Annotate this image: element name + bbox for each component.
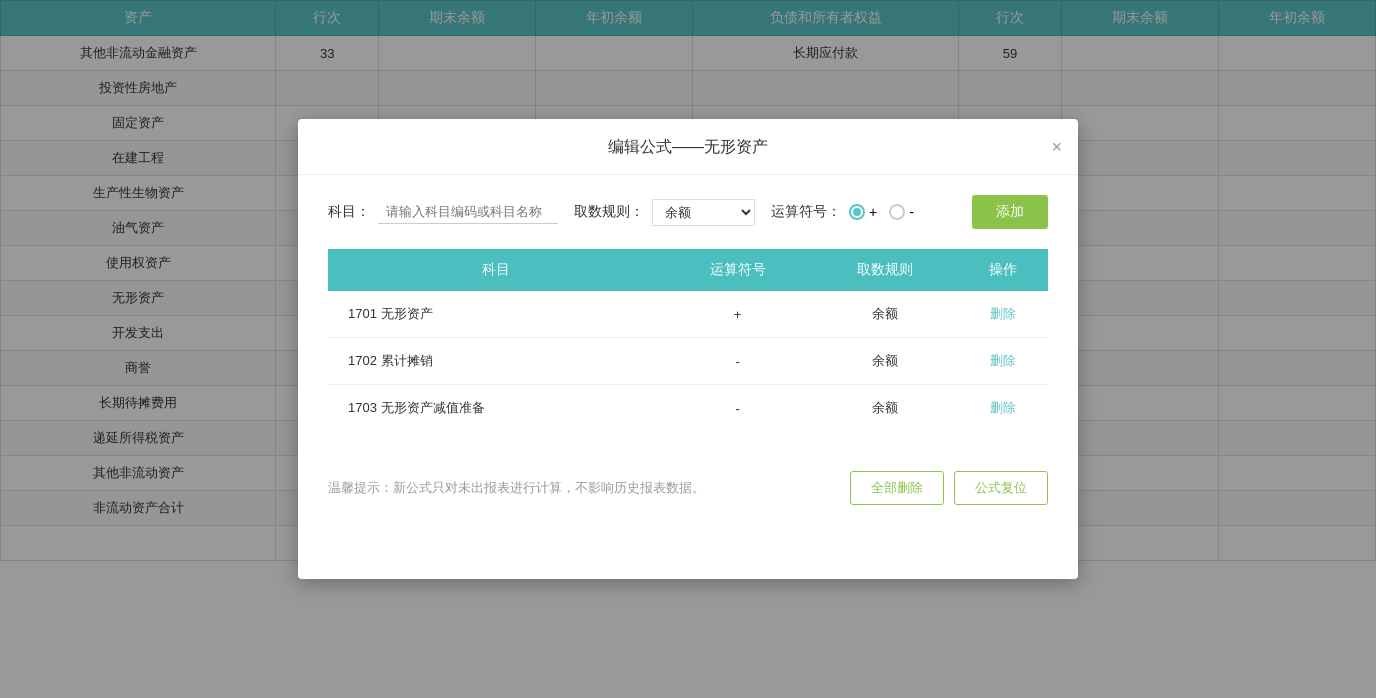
modal-table-row: 1702 累计摊销-余额 删除	[328, 338, 1048, 385]
modal-table-wrapper: 科目 运算符号 取数规则 操作 1701 无形资产+余额删除1702 累计摊销-…	[298, 249, 1078, 431]
delete-link[interactable]: 删除	[990, 400, 1016, 415]
row-subject: 1702 累计摊销	[328, 338, 664, 385]
reset-button[interactable]: 公式复位	[954, 471, 1048, 505]
modal-footer: 温馨提示：新公式只对未出报表进行计算，不影响历史报表数据。 全部删除 公式复位	[298, 451, 1078, 515]
row-rule: 余额	[811, 385, 958, 432]
radio-minus-label: -	[909, 204, 914, 220]
row-operator: +	[664, 291, 811, 338]
footer-tip: 温馨提示：新公式只对未出报表进行计算，不影响历史报表数据。	[328, 479, 705, 497]
modal-overlay: 编辑公式——无形资产 × 科目： 取数规则： 余额 借方发生额 贷方发生额	[0, 0, 1376, 698]
inner-col-header-rule: 取数规则	[811, 249, 958, 291]
radio-minus[interactable]: -	[889, 204, 914, 220]
radio-plus-circle	[849, 204, 865, 220]
modal-table-row: 1701 无形资产+余额 删除	[328, 291, 1048, 338]
modal-dialog: 编辑公式——无形资产 × 科目： 取数规则： 余额 借方发生额 贷方发生额	[298, 119, 1078, 579]
modal-close-button[interactable]: ×	[1051, 138, 1062, 156]
row-operator: -	[664, 385, 811, 432]
modal-title: 编辑公式——无形资产	[608, 137, 768, 158]
row-operator: -	[664, 338, 811, 385]
row-subject: 1703 无形资产减值准备	[328, 385, 664, 432]
radio-plus-label: +	[869, 204, 877, 220]
operator-group: 运算符号： + -	[771, 203, 914, 221]
row-rule: 余额	[811, 291, 958, 338]
inner-col-header-action: 操作	[958, 249, 1048, 291]
row-rule: 余额	[811, 338, 958, 385]
row-action: 删除	[958, 385, 1048, 432]
modal-table: 科目 运算符号 取数规则 操作 1701 无形资产+余额删除1702 累计摊销-…	[328, 249, 1048, 431]
subject-input[interactable]	[378, 200, 558, 224]
modal-form: 科目： 取数规则： 余额 借方发生额 贷方发生额 运算符号：	[298, 175, 1078, 249]
rule-select[interactable]: 余额 借方发生额 贷方发生额	[652, 199, 755, 226]
operator-label: 运算符号：	[771, 203, 841, 221]
footer-buttons: 全部删除 公式复位	[850, 471, 1048, 505]
rule-select-wrapper: 余额 借方发生额 贷方发生额	[652, 199, 755, 226]
delete-link[interactable]: 删除	[990, 353, 1016, 368]
modal-header: 编辑公式——无形资产 ×	[298, 119, 1078, 175]
delete-link[interactable]: 删除	[990, 306, 1016, 321]
row-action: 删除	[958, 291, 1048, 338]
subject-label: 科目：	[328, 203, 370, 221]
inner-col-header-subject: 科目	[328, 249, 664, 291]
delete-all-button[interactable]: 全部删除	[850, 471, 944, 505]
radio-group: + -	[849, 204, 914, 220]
add-button[interactable]: 添加	[972, 195, 1048, 229]
row-action: 删除	[958, 338, 1048, 385]
inner-col-header-operator: 运算符号	[664, 249, 811, 291]
subject-group: 科目：	[328, 200, 558, 224]
radio-plus[interactable]: +	[849, 204, 877, 220]
radio-minus-circle	[889, 204, 905, 220]
rule-label: 取数规则：	[574, 203, 644, 221]
rule-group: 取数规则： 余额 借方发生额 贷方发生额	[574, 199, 755, 226]
modal-table-row: 1703 无形资产减值准备-余额 删除	[328, 385, 1048, 432]
row-subject: 1701 无形资产	[328, 291, 664, 338]
